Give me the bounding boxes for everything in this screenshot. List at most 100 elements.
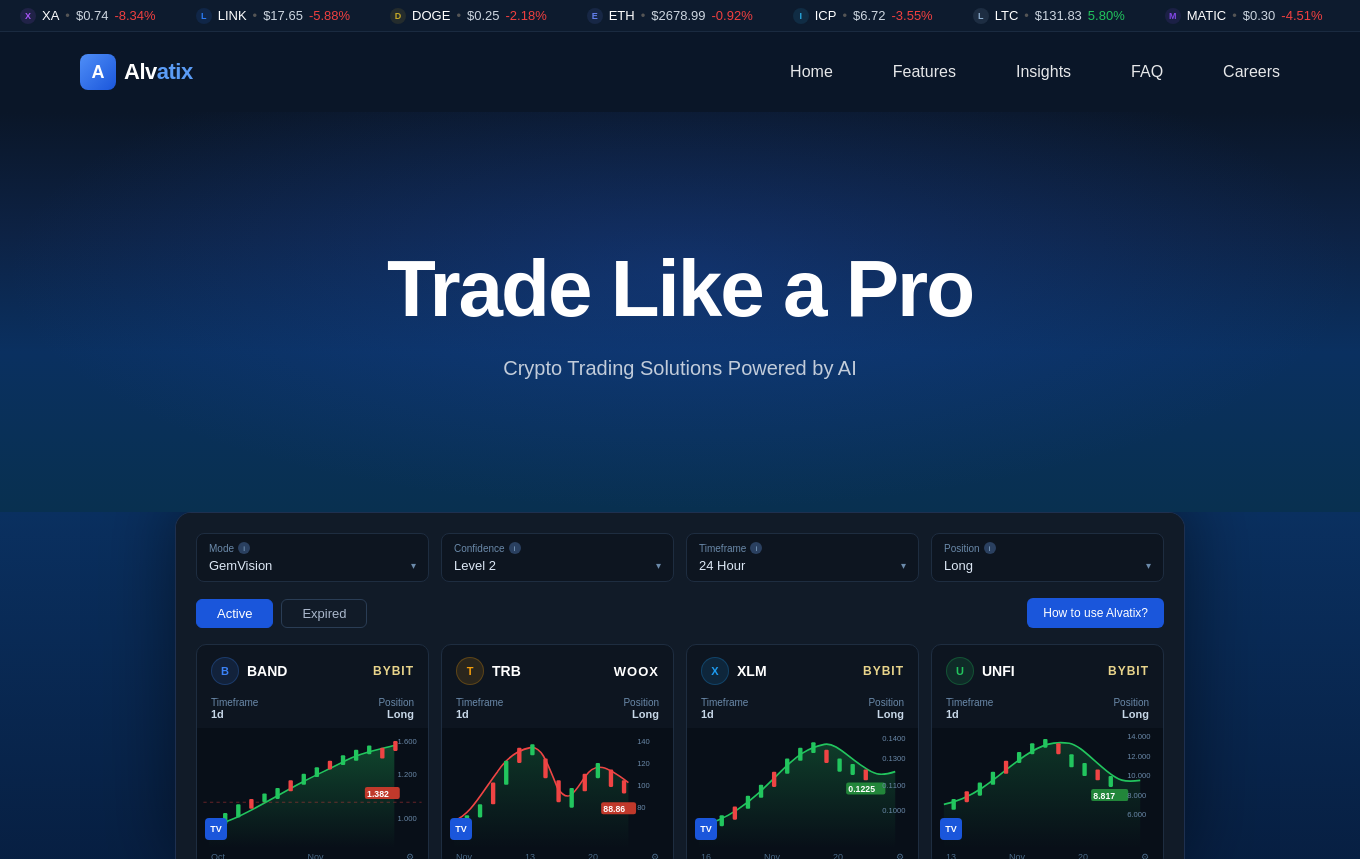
exchange-logo: BYBIT — [863, 664, 904, 678]
svg-rect-29 — [570, 788, 574, 808]
logo[interactable]: A Alvatix — [80, 54, 193, 90]
hero-title: Trade Like a Pro — [387, 245, 973, 333]
info-icon: i — [509, 542, 521, 554]
svg-text:88.86: 88.86 — [603, 804, 625, 814]
svg-rect-61 — [978, 783, 982, 796]
hero-subtitle: Crypto Trading Solutions Powered by AI — [503, 357, 857, 380]
nav-link-insights[interactable]: Insights — [1016, 63, 1071, 80]
svg-rect-46 — [785, 759, 789, 774]
svg-rect-70 — [1096, 769, 1100, 780]
filter-group-2[interactable]: Timeframe i 24 Hour ▾ — [686, 533, 919, 582]
filter-group-1[interactable]: Confidence i Level 2 ▾ — [441, 533, 674, 582]
nav-link-features[interactable]: Features — [893, 63, 956, 80]
svg-rect-22 — [478, 804, 482, 817]
filter-label: Confidence i — [454, 542, 661, 554]
filter-group-3[interactable]: Position i Long ▾ — [931, 533, 1164, 582]
ticker-bar: X XA • $0.74 -8.34% L LINK • $17.65 -5.8… — [0, 0, 1360, 32]
svg-text:0.1100: 0.1100 — [882, 781, 905, 790]
chart-date: Nov — [308, 852, 324, 859]
svg-rect-49 — [824, 750, 828, 763]
tab-expired[interactable]: Expired — [281, 599, 367, 628]
chart-settings-icon[interactable]: ⚙ — [406, 852, 414, 859]
chart-date: 20 — [588, 852, 598, 859]
card-header: U UNFI BYBIT — [932, 645, 1163, 693]
dashboard-preview: Mode i GemVision ▾ Confidence i Level 2 … — [0, 512, 1360, 859]
svg-rect-33 — [622, 780, 626, 793]
card-chart: 0.1225 0.1400 0.1300 0.1100 0.1000 TV — [687, 728, 918, 848]
chart-area: 8.817 14.000 12.000 10.000 8.000 6.000 T… — [932, 728, 1163, 848]
tabs-row: Active Expired How to use Alvatix? — [196, 598, 1164, 628]
ticker-item: X XA • $0.74 -8.34% — [0, 8, 176, 24]
coin-name: UNFI — [982, 663, 1015, 679]
timeframe-value: 1d — [211, 708, 258, 720]
card-chart: 88.86 140 120 100 80 TV — [442, 728, 673, 848]
svg-rect-12 — [367, 745, 371, 754]
signal-card: U UNFI BYBIT Timeframe 1d Position Long — [931, 644, 1164, 859]
filter-row: Mode i GemVision ▾ Confidence i Level 2 … — [196, 533, 1164, 582]
svg-text:1.600: 1.600 — [398, 737, 417, 746]
svg-rect-47 — [798, 748, 802, 761]
svg-rect-50 — [837, 759, 841, 772]
timeframe-label: Timeframe — [701, 697, 748, 708]
chart-date: 13 — [946, 852, 956, 859]
coin-name: XLM — [737, 663, 767, 679]
nav-link-faq[interactable]: FAQ — [1131, 63, 1163, 80]
svg-rect-8 — [315, 767, 319, 777]
chart-date: Nov — [764, 852, 780, 859]
chart-settings-icon[interactable]: ⚙ — [651, 852, 659, 859]
ticker-item: E ETH • $2678.99 -0.92% — [567, 8, 773, 24]
svg-rect-31 — [596, 763, 600, 778]
position-label: Position — [378, 697, 414, 708]
svg-rect-69 — [1082, 763, 1086, 776]
coin-name: TRB — [492, 663, 521, 679]
svg-rect-45 — [772, 772, 776, 787]
how-to-button[interactable]: How to use Alvatix? — [1027, 598, 1164, 628]
filter-value: Level 2 ▾ — [454, 558, 661, 573]
chart-settings-icon[interactable]: ⚙ — [896, 852, 904, 859]
ticker-item: I ICP • $6.72 -3.55% — [773, 8, 953, 24]
coin-badge: T — [456, 657, 484, 685]
ticker-item: L LTC • $131.83 5.80% — [953, 8, 1145, 24]
info-icon: i — [984, 542, 996, 554]
svg-rect-41 — [720, 815, 724, 826]
svg-text:1.382: 1.382 — [367, 789, 389, 799]
svg-rect-71 — [1109, 776, 1113, 787]
filter-value: Long ▾ — [944, 558, 1151, 573]
card-meta: Timeframe 1d Position Long — [197, 693, 428, 728]
tradingview-logo: TV — [450, 818, 472, 840]
exchange-logo: WOOX — [614, 664, 659, 679]
signal-card: B BAND BYBIT Timeframe 1d Position Long — [196, 644, 429, 859]
nav-link-home[interactable]: Home — [790, 63, 833, 80]
ticker-item: N NEAR • $3.11 -5.00% — [1343, 8, 1360, 24]
svg-rect-63 — [1004, 761, 1008, 774]
tab-active[interactable]: Active — [196, 599, 273, 628]
chart-date: 20 — [833, 852, 843, 859]
svg-rect-23 — [491, 783, 495, 805]
nav-links: Home Features Insights FAQ Careers — [790, 63, 1280, 81]
svg-text:0.1225: 0.1225 — [848, 784, 875, 794]
card-chart: 8.817 14.000 12.000 10.000 8.000 6.000 T… — [932, 728, 1163, 848]
coin-name: BAND — [247, 663, 287, 679]
svg-text:8.000: 8.000 — [1127, 791, 1146, 800]
coin-badge: X — [701, 657, 729, 685]
ticker-track: X XA • $0.74 -8.34% L LINK • $17.65 -5.8… — [0, 8, 1360, 24]
exchange-logo: BYBIT — [1108, 664, 1149, 678]
svg-rect-2 — [236, 804, 240, 817]
svg-rect-4 — [262, 793, 266, 802]
svg-rect-48 — [811, 742, 815, 753]
card-meta: Timeframe 1d Position Long — [687, 693, 918, 728]
chart-settings-icon[interactable]: ⚙ — [1141, 852, 1149, 859]
svg-text:0.1400: 0.1400 — [882, 734, 905, 743]
ticker-item: L LINK • $17.65 -5.88% — [176, 8, 370, 24]
svg-rect-11 — [354, 750, 358, 761]
svg-rect-30 — [583, 774, 587, 791]
filter-value: 24 Hour ▾ — [699, 558, 906, 573]
svg-rect-66 — [1043, 739, 1047, 748]
tradingview-logo: TV — [940, 818, 962, 840]
filter-group-0[interactable]: Mode i GemVision ▾ — [196, 533, 429, 582]
chart-footer: OctNov ⚙ — [197, 848, 428, 859]
svg-rect-6 — [289, 780, 293, 791]
nav-link-careers[interactable]: Careers — [1223, 63, 1280, 80]
svg-rect-26 — [530, 744, 534, 755]
card-meta: Timeframe 1d Position Long — [932, 693, 1163, 728]
